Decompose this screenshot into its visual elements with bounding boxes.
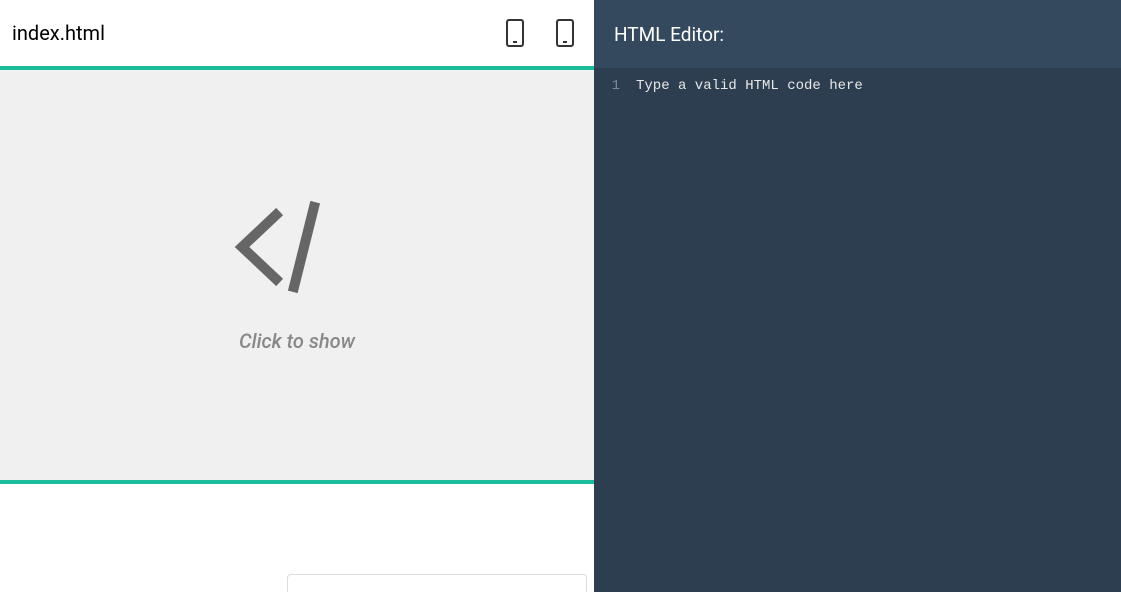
phone-portrait-icon[interactable] [506, 19, 524, 47]
preview-area[interactable]: Click to show [0, 66, 594, 484]
line-number-gutter: 1 [594, 74, 632, 592]
line-number: 1 [594, 76, 620, 96]
left-panel: index.html Click to show [0, 0, 594, 592]
preview-hint-text: Click to show [239, 329, 355, 353]
code-brackets-icon [232, 197, 362, 301]
device-icons-group [506, 19, 582, 47]
file-name: index.html [12, 21, 105, 45]
editor-panel: HTML Editor: 1 Type a valid HTML code he… [594, 0, 1121, 592]
top-bar: index.html [0, 0, 594, 66]
editor-body: 1 Type a valid HTML code here [594, 68, 1121, 592]
editor-header: HTML Editor: [594, 0, 1121, 68]
bottom-area [0, 484, 594, 592]
bottom-input-outline[interactable] [287, 574, 587, 592]
phone-portrait-icon[interactable] [556, 19, 574, 47]
code-editor-input[interactable]: Type a valid HTML code here [632, 74, 1121, 592]
editor-title: HTML Editor: [614, 23, 724, 46]
